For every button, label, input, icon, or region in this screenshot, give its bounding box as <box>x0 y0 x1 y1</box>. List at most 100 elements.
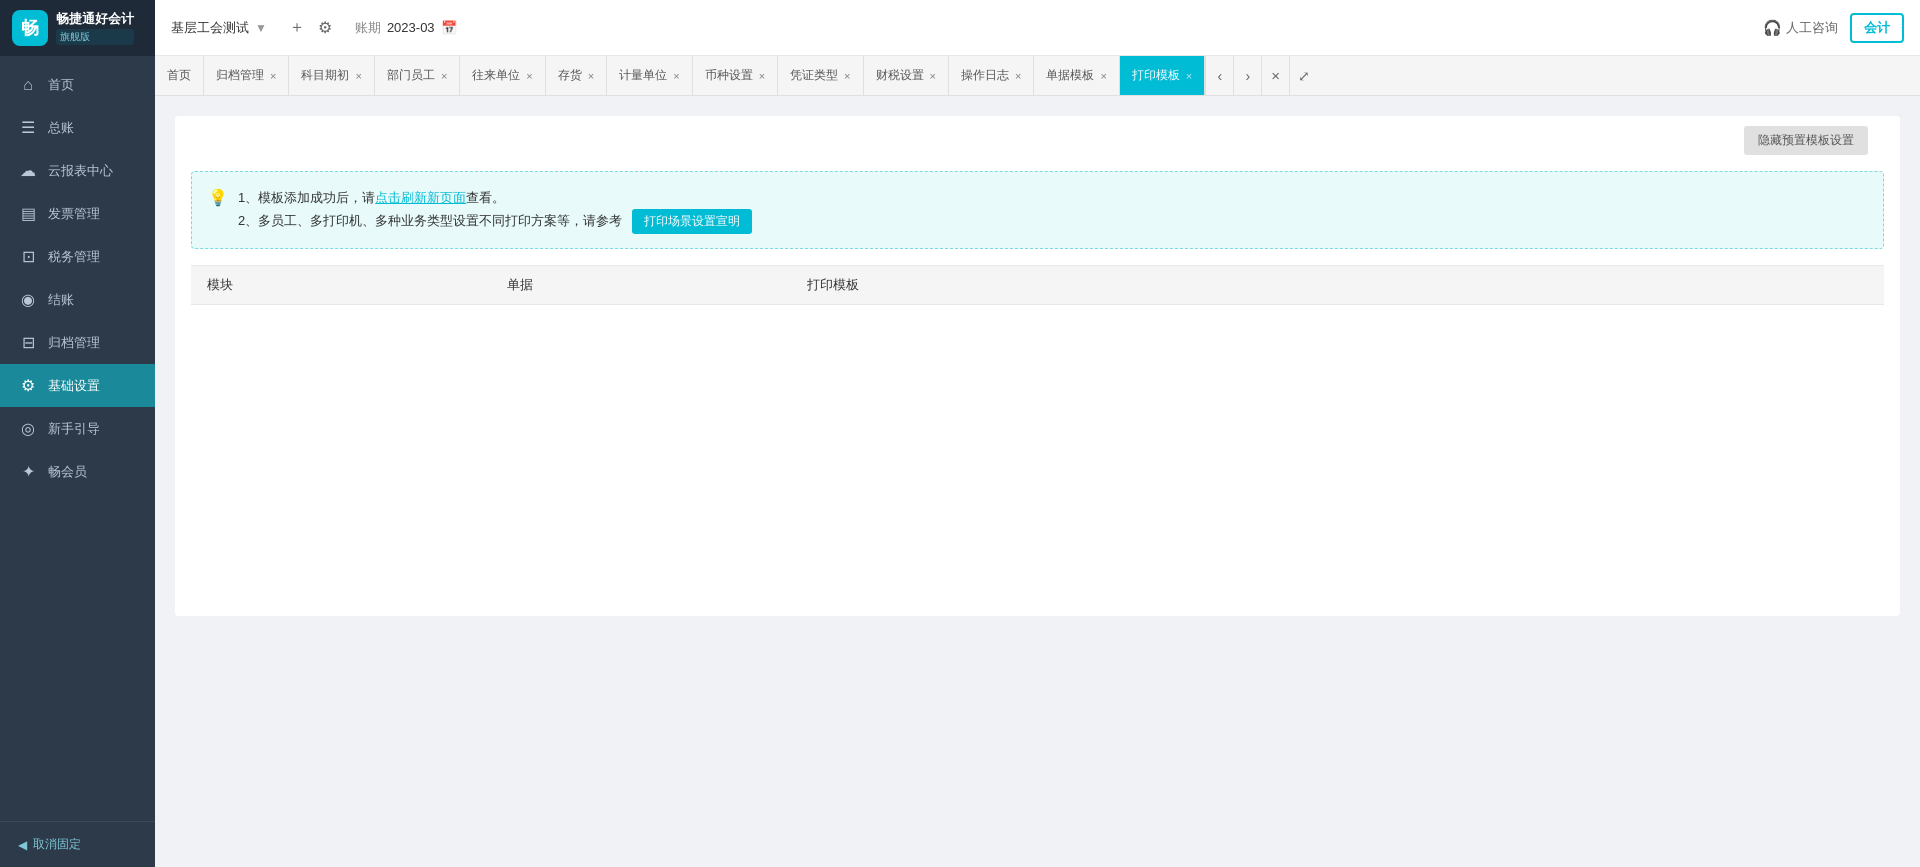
tab-single-form[interactable]: 单据模板 × <box>1034 56 1119 96</box>
topbar-actions: ＋ ⚙ <box>283 14 339 42</box>
tab-nav-next-button[interactable]: › <box>1233 56 1261 96</box>
notice-refresh-link[interactable]: 点击刷新新页面 <box>375 190 466 205</box>
print-scene-button[interactable]: 打印场景设置宣明 <box>632 209 752 234</box>
unpin-icon: ◀ <box>18 838 27 852</box>
topbar: 基层工会测试 ▼ ＋ ⚙ 账期 2023-03 📅 🎧 人工咨询 会计 <box>155 0 1920 56</box>
tab-tax-settings-close-icon[interactable]: × <box>930 70 936 82</box>
service-button[interactable]: 🎧 人工咨询 <box>1763 19 1838 37</box>
notice-line1-post: 查看。 <box>466 190 505 205</box>
tab-currency-label: 币种设置 <box>705 67 753 84</box>
tab-print-template[interactable]: 打印模板 × <box>1120 56 1205 96</box>
sidebar-item-reports-label: 云报表中心 <box>48 162 113 180</box>
sidebar-item-settings[interactable]: ⚙ 基础设置 <box>0 364 155 407</box>
sidebar-item-archive[interactable]: ⊟ 归档管理 <box>0 321 155 364</box>
tab-voucher-type[interactable]: 凭证类型 × <box>778 56 863 96</box>
tab-dept-staff[interactable]: 部门员工 × <box>375 56 460 96</box>
tab-expand-button[interactable]: ⤢ <box>1289 56 1317 96</box>
tab-op-log[interactable]: 操作日志 × <box>949 56 1034 96</box>
sidebar-item-invoice-label: 发票管理 <box>48 205 100 223</box>
tab-op-log-label: 操作日志 <box>961 67 1009 84</box>
tabbar: 首页 归档管理 × 科目期初 × 部门员工 × 往来单位 × 存货 × 计量单位… <box>155 56 1920 96</box>
tab-archive-mgmt[interactable]: 归档管理 × <box>204 56 289 96</box>
content-top-bar: 隐藏预置模板设置 <box>175 116 1900 155</box>
sidebar-item-tax-label: 税务管理 <box>48 248 100 266</box>
sidebar: 畅 畅捷通好会计 旗舰版 ⌂ 首页 ☰ 总账 ☁ 云报表中心 ▤ 发票管理 ⊡ … <box>0 0 155 867</box>
project-chevron-icon: ▼ <box>255 21 267 35</box>
notice-text: 1、模板添加成功后，请点击刷新新页面查看。 2、多员工、多打印机、多种业务类型设… <box>238 186 1867 234</box>
project-name: 基层工会测试 <box>171 19 249 37</box>
notice-line-1: 1、模板添加成功后，请点击刷新新页面查看。 <box>238 186 1867 209</box>
service-label: 人工咨询 <box>1786 19 1838 37</box>
topbar-right: 🎧 人工咨询 会计 <box>1763 13 1904 43</box>
archive-icon: ⊟ <box>18 333 38 352</box>
hide-template-button[interactable]: 隐藏预置模板设置 <box>1744 126 1868 155</box>
app-subtitle: 旗舰版 <box>56 29 134 45</box>
sidebar-item-home-label: 首页 <box>48 76 74 94</box>
sidebar-item-guide-label: 新手引导 <box>48 420 100 438</box>
tab-currency[interactable]: 币种设置 × <box>693 56 778 96</box>
sidebar-item-invoice[interactable]: ▤ 发票管理 <box>0 192 155 235</box>
settings-button[interactable]: ⚙ <box>311 14 339 42</box>
sidebar-item-close-label: 结账 <box>48 291 74 309</box>
tab-voucher-type-label: 凭证类型 <box>790 67 838 84</box>
tab-archive-mgmt-close-icon[interactable]: × <box>270 70 276 82</box>
sidebar-item-settings-label: 基础设置 <box>48 377 100 395</box>
tab-subject-init[interactable]: 科目期初 × <box>289 56 374 96</box>
reports-icon: ☁ <box>18 161 38 180</box>
sidebar-item-member[interactable]: ✦ 畅会员 <box>0 450 155 493</box>
settings-icon: ⚙ <box>18 376 38 395</box>
sidebar-item-reports[interactable]: ☁ 云报表中心 <box>0 149 155 192</box>
content-inner: 隐藏预置模板设置 💡 1、模板添加成功后，请点击刷新新页面查看。 2、多员工、多… <box>175 116 1900 616</box>
tab-measure-unit-label: 计量单位 <box>619 67 667 84</box>
tab-currency-close-icon[interactable]: × <box>759 70 765 82</box>
kuaiji-button[interactable]: 会计 <box>1850 13 1904 43</box>
tab-voucher-type-close-icon[interactable]: × <box>844 70 850 82</box>
sidebar-item-close[interactable]: ◉ 结账 <box>0 278 155 321</box>
tab-measure-unit-close-icon[interactable]: × <box>673 70 679 82</box>
tab-dept-staff-close-icon[interactable]: × <box>441 70 447 82</box>
main-area: 基层工会测试 ▼ ＋ ⚙ 账期 2023-03 📅 🎧 人工咨询 会计 首页 归… <box>155 0 1920 867</box>
bulb-icon: 💡 <box>208 188 228 207</box>
close-period-icon: ◉ <box>18 290 38 309</box>
tab-subject-init-label: 科目期初 <box>301 67 349 84</box>
invoice-icon: ▤ <box>18 204 38 223</box>
notice-line-2: 2、多员工、多打印机、多种业务类型设置不同打印方案等，请参考 打印场景设置宣明 <box>238 209 1867 234</box>
tab-counterparty-close-icon[interactable]: × <box>526 70 532 82</box>
period-value: 2023-03 <box>387 20 435 35</box>
sidebar-nav: ⌂ 首页 ☰ 总账 ☁ 云报表中心 ▤ 发票管理 ⊡ 税务管理 ◉ 结账 ⊟ 归… <box>0 56 155 821</box>
tab-inventory-close-icon[interactable]: × <box>588 70 594 82</box>
tab-tax-settings[interactable]: 财税设置 × <box>864 56 949 96</box>
tab-nav-prev-button[interactable]: ‹ <box>1205 56 1233 96</box>
tab-archive-mgmt-label: 归档管理 <box>216 67 264 84</box>
sidebar-footer[interactable]: ◀ 取消固定 <box>0 821 155 867</box>
tab-print-template-close-icon[interactable]: × <box>1186 70 1192 82</box>
app-title: 畅捷通好会计 <box>56 11 134 27</box>
sidebar-item-tax[interactable]: ⊡ 税务管理 <box>0 235 155 278</box>
tab-single-form-label: 单据模板 <box>1046 67 1094 84</box>
table-col-document: 单据 <box>491 266 791 304</box>
sidebar-item-home[interactable]: ⌂ 首页 <box>0 64 155 106</box>
project-selector[interactable]: 基层工会测试 ▼ <box>171 19 267 37</box>
tab-dept-staff-label: 部门员工 <box>387 67 435 84</box>
tab-inventory-label: 存货 <box>558 67 582 84</box>
sidebar-footer-label: 取消固定 <box>33 836 81 853</box>
tab-subject-init-close-icon[interactable]: × <box>355 70 361 82</box>
table-col-template: 打印模板 <box>791 266 1884 304</box>
tab-counterparty[interactable]: 往来单位 × <box>460 56 545 96</box>
sidebar-item-ledger[interactable]: ☰ 总账 <box>0 106 155 149</box>
ledger-icon: ☰ <box>18 118 38 137</box>
notice-box: 💡 1、模板添加成功后，请点击刷新新页面查看。 2、多员工、多打印机、多种业务类… <box>191 171 1884 249</box>
sidebar-item-guide[interactable]: ◎ 新手引导 <box>0 407 155 450</box>
tab-measure-unit[interactable]: 计量单位 × <box>607 56 692 96</box>
tab-home[interactable]: 首页 <box>155 56 204 96</box>
tab-op-log-close-icon[interactable]: × <box>1015 70 1021 82</box>
sidebar-item-archive-label: 归档管理 <box>48 334 100 352</box>
tab-inventory[interactable]: 存货 × <box>546 56 607 96</box>
home-icon: ⌂ <box>18 76 38 94</box>
headset-icon: 🎧 <box>1763 19 1782 37</box>
add-tab-button[interactable]: ＋ <box>283 14 311 42</box>
tax-icon: ⊡ <box>18 247 38 266</box>
calendar-icon[interactable]: 📅 <box>441 20 457 35</box>
tab-close-all-button[interactable]: × <box>1261 56 1289 96</box>
tab-single-form-close-icon[interactable]: × <box>1100 70 1106 82</box>
